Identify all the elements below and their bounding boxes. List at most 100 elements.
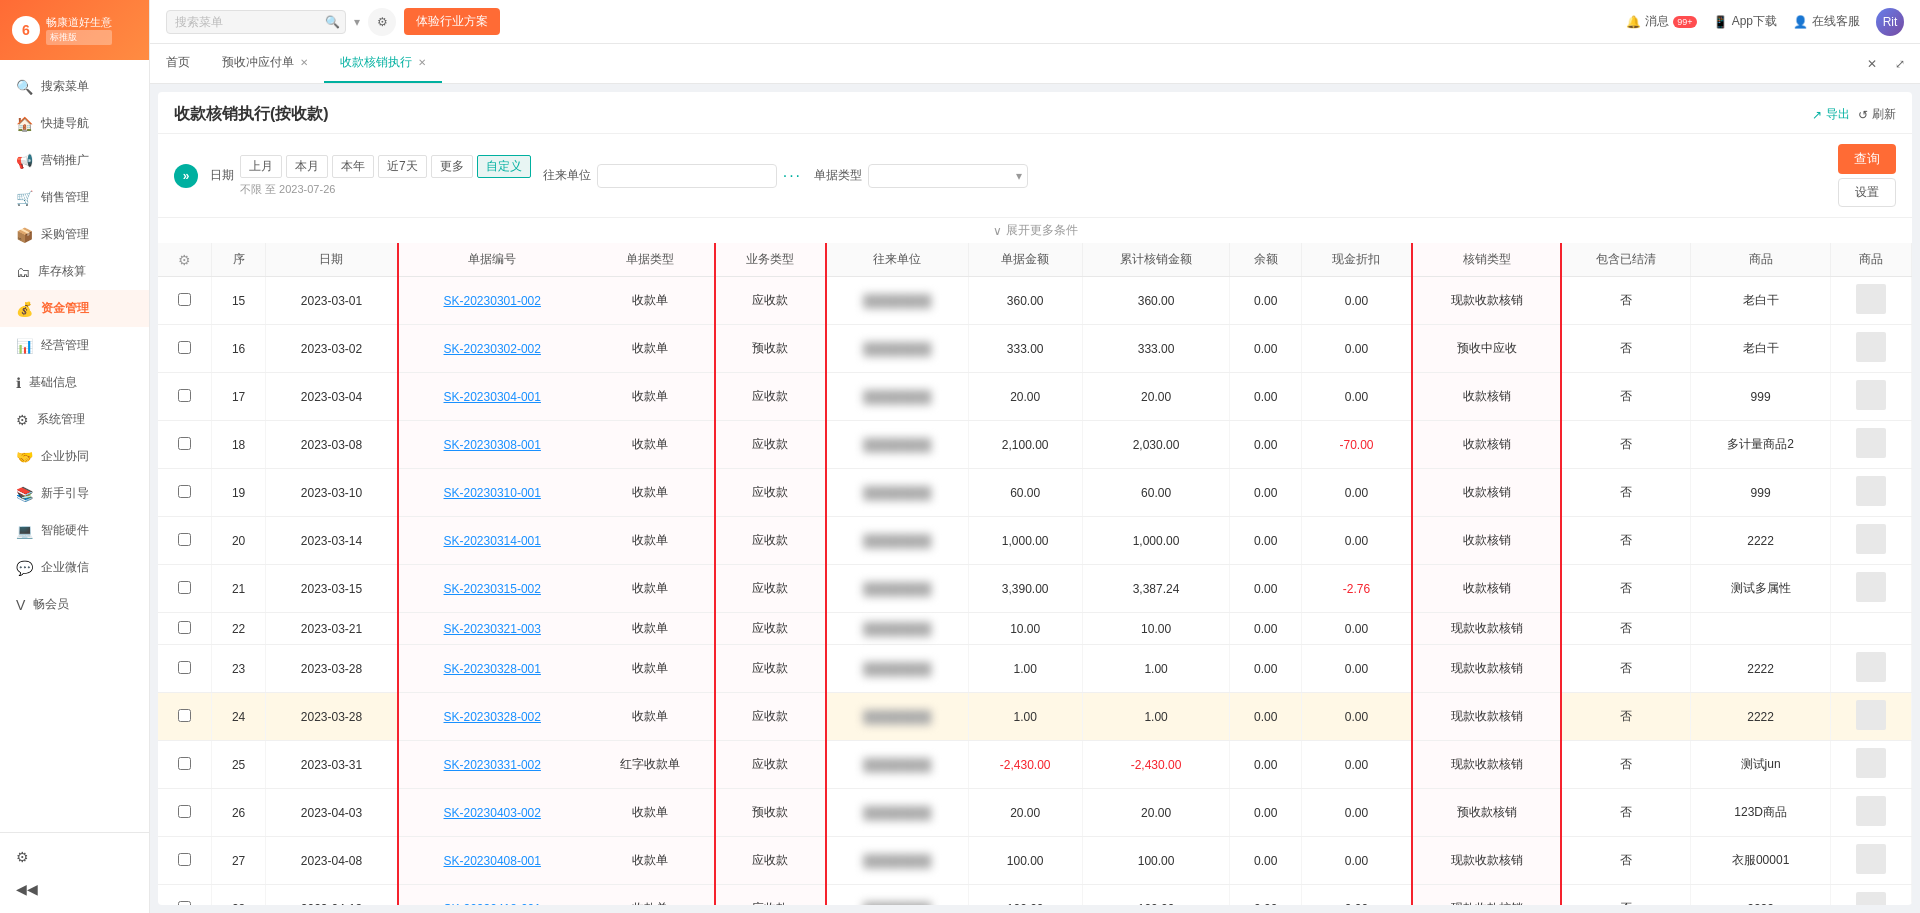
cell-checkbox[interactable] bbox=[158, 277, 211, 325]
sidebar-item-collapse[interactable]: ◀◀ bbox=[0, 873, 149, 905]
sidebar-item-system[interactable]: ⚙系统管理 bbox=[0, 401, 149, 438]
cell-discount: 0.00 bbox=[1302, 885, 1412, 906]
bill-no-link[interactable]: SK-20230314-001 bbox=[444, 534, 541, 548]
bill-no-link[interactable]: SK-20230301-002 bbox=[444, 294, 541, 308]
cell-checkbox[interactable] bbox=[158, 789, 211, 837]
cell-checkbox[interactable] bbox=[158, 421, 211, 469]
cell-checkbox[interactable] bbox=[158, 837, 211, 885]
sidebar-item-operation[interactable]: 📊经营管理 bbox=[0, 327, 149, 364]
expand-more-button[interactable]: ∨ 展开更多条件 bbox=[993, 222, 1078, 239]
export-icon: ↗ bbox=[1812, 108, 1822, 122]
sidebar-item-vip[interactable]: V畅会员 bbox=[0, 586, 149, 623]
billtype-select[interactable] bbox=[868, 164, 1028, 188]
table-row: 16 2023-03-02 SK-20230302-002 收款单 预收款 ██… bbox=[158, 325, 1912, 373]
table-header-row: ⚙ 序 日期 单据编号 单据类型 业务类型 往来单位 单据金额 累计核销金额 余… bbox=[158, 243, 1912, 277]
cell-checkbox[interactable] bbox=[158, 517, 211, 565]
sidebar-item-collab[interactable]: 🤝企业协同 bbox=[0, 438, 149, 475]
cell-bill-type: 收款单 bbox=[586, 837, 715, 885]
sidebar-item-quick[interactable]: 🏠快捷导航 bbox=[0, 105, 149, 142]
industry-solution-button[interactable]: 体验行业方案 bbox=[404, 8, 500, 35]
cell-discount: 0.00 bbox=[1302, 789, 1412, 837]
message-button[interactable]: 🔔 消息 99+ bbox=[1626, 13, 1696, 30]
sidebar-item-finance[interactable]: 💰资金管理 bbox=[0, 290, 149, 327]
setting-button[interactable]: 设置 bbox=[1838, 178, 1896, 207]
cell-seq: 19 bbox=[211, 469, 266, 517]
sidebar-item-wechat[interactable]: 💬企业微信 bbox=[0, 549, 149, 586]
user-avatar[interactable]: Rit bbox=[1876, 8, 1904, 36]
cell-verify-type: 收款核销 bbox=[1412, 421, 1561, 469]
sidebar-item-guide[interactable]: 📚新手引导 bbox=[0, 475, 149, 512]
bill-no-link[interactable]: SK-20230310-001 bbox=[444, 486, 541, 500]
refresh-label: 刷新 bbox=[1872, 106, 1896, 123]
bill-no-link[interactable]: SK-20230304-001 bbox=[444, 390, 541, 404]
refresh-button[interactable]: ↺ 刷新 bbox=[1858, 106, 1896, 123]
this-year-btn[interactable]: 本年 bbox=[332, 155, 374, 178]
bill-no-link[interactable]: SK-20230331-002 bbox=[444, 758, 541, 772]
tab-home[interactable]: 首页 bbox=[150, 44, 206, 83]
cell-biz-type: 预收款 bbox=[715, 789, 826, 837]
tab-verify-close-icon[interactable]: ✕ bbox=[418, 57, 426, 68]
sidebar-item-search[interactable]: 🔍搜索菜单 bbox=[0, 68, 149, 105]
bill-no-link[interactable]: SK-20230403-002 bbox=[444, 806, 541, 820]
cell-bill-no: SK-20230310-001 bbox=[398, 469, 586, 517]
cell-goods: 老白干 bbox=[1691, 325, 1830, 373]
dropdown-chevron-icon[interactable]: ▾ bbox=[354, 15, 360, 29]
search-input[interactable] bbox=[166, 10, 346, 34]
cell-checkbox[interactable] bbox=[158, 693, 211, 741]
column-settings-button[interactable]: ⚙ bbox=[178, 252, 191, 268]
partner-value: ████████ bbox=[863, 390, 931, 404]
custom-date-btn[interactable]: 自定义 bbox=[477, 155, 531, 178]
sidebar-item-inventory[interactable]: 🗂库存核算 bbox=[0, 253, 149, 290]
sidebar-item-purchase[interactable]: 📦采购管理 bbox=[0, 216, 149, 253]
tab-verify[interactable]: 收款核销执行 ✕ bbox=[324, 44, 442, 83]
query-button[interactable]: 查询 bbox=[1838, 144, 1896, 174]
refresh-icon: ↺ bbox=[1858, 108, 1868, 122]
cell-bill-type: 收款单 bbox=[586, 789, 715, 837]
bill-no-link[interactable]: SK-20230302-002 bbox=[444, 342, 541, 356]
sidebar-item-marketing[interactable]: 📢营销推广 bbox=[0, 142, 149, 179]
partner-dots-icon[interactable]: ··· bbox=[783, 167, 802, 185]
this-month-btn[interactable]: 本月 bbox=[286, 155, 328, 178]
partner-input[interactable] bbox=[597, 164, 777, 188]
settings-gear-btn[interactable]: ⚙ bbox=[368, 8, 396, 36]
tab-prepay-close-icon[interactable]: ✕ bbox=[300, 57, 308, 68]
tabbar-close-all-button[interactable]: ✕ bbox=[1860, 52, 1884, 76]
sidebar-item-settings[interactable]: ⚙ bbox=[0, 841, 149, 873]
cell-checkbox[interactable] bbox=[158, 565, 211, 613]
cell-checkbox[interactable] bbox=[158, 613, 211, 645]
export-button[interactable]: ↗ 导出 bbox=[1812, 106, 1850, 123]
tabbar-expand-button[interactable]: ⤢ bbox=[1888, 52, 1912, 76]
bill-no-link[interactable]: SK-20230321-003 bbox=[444, 622, 541, 636]
cell-checkbox[interactable] bbox=[158, 325, 211, 373]
sidebar-item-sales[interactable]: 🛒销售管理 bbox=[0, 179, 149, 216]
cell-seq: 26 bbox=[211, 789, 266, 837]
cell-checkbox[interactable] bbox=[158, 645, 211, 693]
cell-amount: 3,390.00 bbox=[968, 565, 1082, 613]
online-service-button[interactable]: 👤 在线客服 bbox=[1793, 13, 1860, 30]
cell-biz-type: 应收款 bbox=[715, 645, 826, 693]
cell-goods-img bbox=[1830, 693, 1911, 741]
cell-checkbox[interactable] bbox=[158, 885, 211, 906]
bill-no-link[interactable]: SK-20230308-001 bbox=[444, 438, 541, 452]
bill-no-link[interactable]: SK-20230408-001 bbox=[444, 854, 541, 868]
page-actions: ↗ 导出 ↺ 刷新 bbox=[1812, 106, 1896, 123]
app-download-button[interactable]: 📱 App下载 bbox=[1713, 13, 1777, 30]
tab-prepay[interactable]: 预收冲应付单 ✕ bbox=[206, 44, 324, 83]
more-date-btn[interactable]: 更多 bbox=[431, 155, 473, 178]
bill-no-link[interactable]: SK-20230328-002 bbox=[444, 710, 541, 724]
cell-checkbox[interactable] bbox=[158, 741, 211, 789]
search-icon: 🔍 bbox=[325, 15, 340, 29]
tab-home-label: 首页 bbox=[166, 54, 190, 71]
sidebar-item-hardware[interactable]: 💻智能硬件 bbox=[0, 512, 149, 549]
last-month-btn[interactable]: 上月 bbox=[240, 155, 282, 178]
bill-no-link[interactable]: SK-20230418-001 bbox=[444, 902, 541, 906]
sidebar-item-basic[interactable]: ℹ基础信息 bbox=[0, 364, 149, 401]
last-7days-btn[interactable]: 近7天 bbox=[378, 155, 427, 178]
bill-no-link[interactable]: SK-20230328-001 bbox=[444, 662, 541, 676]
cell-partner: ████████ bbox=[826, 885, 968, 906]
cell-checkbox[interactable] bbox=[158, 469, 211, 517]
filter-toggle-button[interactable]: » bbox=[174, 164, 198, 188]
bill-no-link[interactable]: SK-20230315-002 bbox=[444, 582, 541, 596]
data-table-wrap[interactable]: ⚙ 序 日期 单据编号 单据类型 业务类型 往来单位 单据金额 累计核销金额 余… bbox=[158, 243, 1912, 905]
cell-checkbox[interactable] bbox=[158, 373, 211, 421]
